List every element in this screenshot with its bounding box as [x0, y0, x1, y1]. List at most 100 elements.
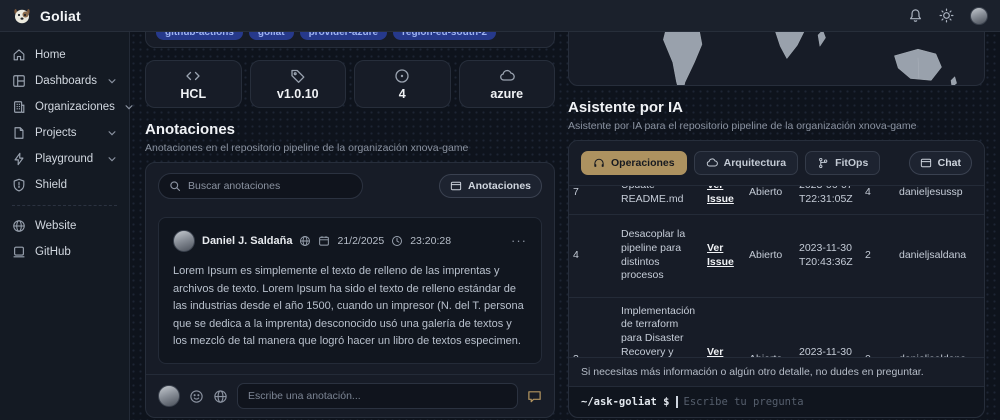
- annotations-subtitle: Anotaciones en el repositorio pipeline d…: [145, 142, 469, 154]
- sidebar: Home Dashboards Organizaciones Projects …: [0, 32, 133, 420]
- repo-tag[interactable]: goliat: [248, 32, 294, 40]
- annotations-panel: Anotaciones Daniel J. Saldaña 21/2/2025: [145, 162, 555, 418]
- ellipsis-menu-icon[interactable]: ···: [511, 234, 527, 247]
- terminal-prompt: ~/ask-goliat $: [581, 396, 670, 408]
- send-comment-icon[interactable]: [527, 389, 542, 404]
- table-row[interactable]: 7 Update README.md Ver Issue Abierto 202…: [569, 186, 984, 214]
- issue-comments-count: 4: [865, 186, 871, 199]
- sun-icon[interactable]: [939, 8, 954, 23]
- github-icon: [12, 245, 26, 259]
- composer-avatar: [158, 385, 180, 407]
- comment-author-avatar: [173, 230, 195, 252]
- home-icon: [12, 48, 26, 62]
- issue-user: danieljesussp: [899, 186, 963, 199]
- issue-link: Ver Issue: [703, 296, 745, 357]
- chat-button-label: Chat: [937, 157, 961, 170]
- tab-fitops[interactable]: FitOps: [805, 151, 881, 176]
- sidebar-item-playground[interactable]: Playground: [0, 146, 129, 172]
- shield-icon: [12, 178, 26, 192]
- assistant-terminal[interactable]: ~/ask-goliat $: [569, 386, 984, 417]
- annotation-comment-card: Daniel J. Saldaña 21/2/2025 23:20:28 ···: [158, 217, 542, 364]
- sidebar-item-label: GitHub: [35, 246, 71, 258]
- annotations-filter-button[interactable]: Anotaciones: [438, 174, 542, 198]
- sidebar-item-dashboards[interactable]: Dashboards: [0, 68, 129, 94]
- issue-link: Ver Issue: [703, 213, 745, 298]
- sidebar-item-github[interactable]: GitHub: [0, 239, 129, 265]
- chevron-down-icon: [107, 154, 117, 164]
- right-column: Asistente por IA Asistente por IA para e…: [568, 32, 985, 418]
- assistant-footer-note: Si necesitas más información o algún otr…: [569, 357, 984, 386]
- comment-date: 21/2/2025: [337, 235, 385, 247]
- annotation-input[interactable]: [237, 383, 518, 409]
- repo-tag[interactable]: region-eu-south-2: [393, 32, 497, 40]
- issue-date: 2023-06-07T22:31:05Z: [799, 186, 853, 205]
- issue-id: 3: [569, 296, 617, 357]
- issue-status: Abierto: [745, 213, 795, 298]
- repo-tag[interactable]: provider-azure: [299, 32, 388, 40]
- issue-id: 4: [569, 213, 617, 298]
- issue-labels: feature: [981, 296, 984, 357]
- sidebar-item-label: Dashboards: [35, 75, 98, 87]
- stats-row: HCL v1.0.10 4 azure: [145, 60, 555, 108]
- issue-status: Abierto: [749, 186, 783, 199]
- sidebar-item-website[interactable]: Website: [0, 213, 129, 239]
- sidebar-item-label: Home: [35, 49, 66, 61]
- clock-icon: [391, 235, 403, 247]
- playground-icon: [12, 152, 26, 166]
- repo-tag[interactable]: github-actions: [156, 32, 243, 40]
- tab-operaciones[interactable]: Operaciones: [581, 151, 687, 176]
- sidebar-item-label: Projects: [35, 127, 77, 139]
- comment-header: Daniel J. Saldaña 21/2/2025 23:20:28 ···: [173, 230, 527, 252]
- annotations-toolbar: Anotaciones: [146, 163, 554, 209]
- calendar-icon: [318, 235, 330, 247]
- issue-title: Implementación de terraform para Disaste…: [617, 296, 703, 357]
- tab-arquitectura[interactable]: Arquitectura: [693, 151, 799, 176]
- emoji-icon[interactable]: [189, 389, 204, 404]
- left-column: github-actions goliat provider-azure reg…: [145, 32, 555, 418]
- assistant-toolbar: Operaciones Arquitectura FitOps Chat: [569, 141, 984, 187]
- comment-body: Lorem Ipsum es simplemente el texto de r…: [173, 265, 524, 348]
- ver-issue-link[interactable]: Ver Issue: [707, 346, 734, 357]
- search-annotations-box[interactable]: [158, 173, 363, 199]
- comment-author-name: Daniel J. Saldaña: [202, 235, 293, 247]
- world-map: [663, 32, 957, 86]
- issue-labels: bug, automation: [981, 186, 984, 214]
- code-icon: [185, 68, 201, 84]
- app-title: Goliat: [40, 7, 81, 24]
- ver-issue-link[interactable]: Ver Issue: [707, 242, 734, 268]
- table-row[interactable]: 3 Implementación de terraform para Disas…: [569, 296, 984, 357]
- chevron-down-icon: [107, 128, 117, 138]
- main-content: github-actions goliat provider-azure reg…: [130, 32, 1000, 420]
- sidebar-item-home[interactable]: Home: [0, 42, 129, 68]
- globe-icon[interactable]: [213, 389, 228, 404]
- sidebar-item-label: Organizaciones: [35, 101, 115, 113]
- issue-comments-count: 0: [861, 296, 895, 357]
- issue-title: Desacoplar la pipeline para distintos pr…: [617, 213, 703, 298]
- comment-time: 23:20:28: [410, 235, 452, 247]
- ver-issue-link[interactable]: Ver Issue: [707, 186, 734, 205]
- stat-value: azure: [490, 86, 524, 101]
- search-annotations-input[interactable]: [188, 180, 352, 192]
- issue-user: danieljsaldana: [895, 296, 981, 357]
- terminal-input[interactable]: [683, 396, 972, 408]
- bell-icon[interactable]: [908, 8, 923, 23]
- sidebar-divider: [12, 205, 117, 206]
- sidebar-item-organizaciones[interactable]: Organizaciones: [0, 94, 133, 120]
- issue-date: 2023-11-30T20:43:36Z: [795, 213, 861, 298]
- sidebar-item-shield[interactable]: Shield: [0, 172, 129, 198]
- stat-card-provider: azure: [458, 60, 555, 108]
- brand[interactable]: Goliat: [12, 6, 81, 26]
- repo-tags-card: github-actions goliat provider-azure reg…: [145, 32, 555, 48]
- issues-table-container[interactable]: 7 Update README.md Ver Issue Abierto 202…: [569, 186, 984, 357]
- cloud-icon: [706, 157, 718, 169]
- issues-icon: [394, 68, 410, 84]
- chat-button[interactable]: Chat: [908, 151, 972, 176]
- tag-icon: [290, 68, 306, 84]
- table-row[interactable]: 4 Desacoplar la pipeline para distintos …: [569, 213, 984, 298]
- sidebar-item-projects[interactable]: Projects: [0, 120, 129, 146]
- search-icon: [169, 180, 181, 192]
- stat-card-version: v1.0.10: [249, 60, 346, 108]
- chevron-down-icon: [107, 76, 117, 86]
- assistant-title: Asistente por IA: [568, 99, 684, 117]
- user-avatar[interactable]: [970, 6, 988, 25]
